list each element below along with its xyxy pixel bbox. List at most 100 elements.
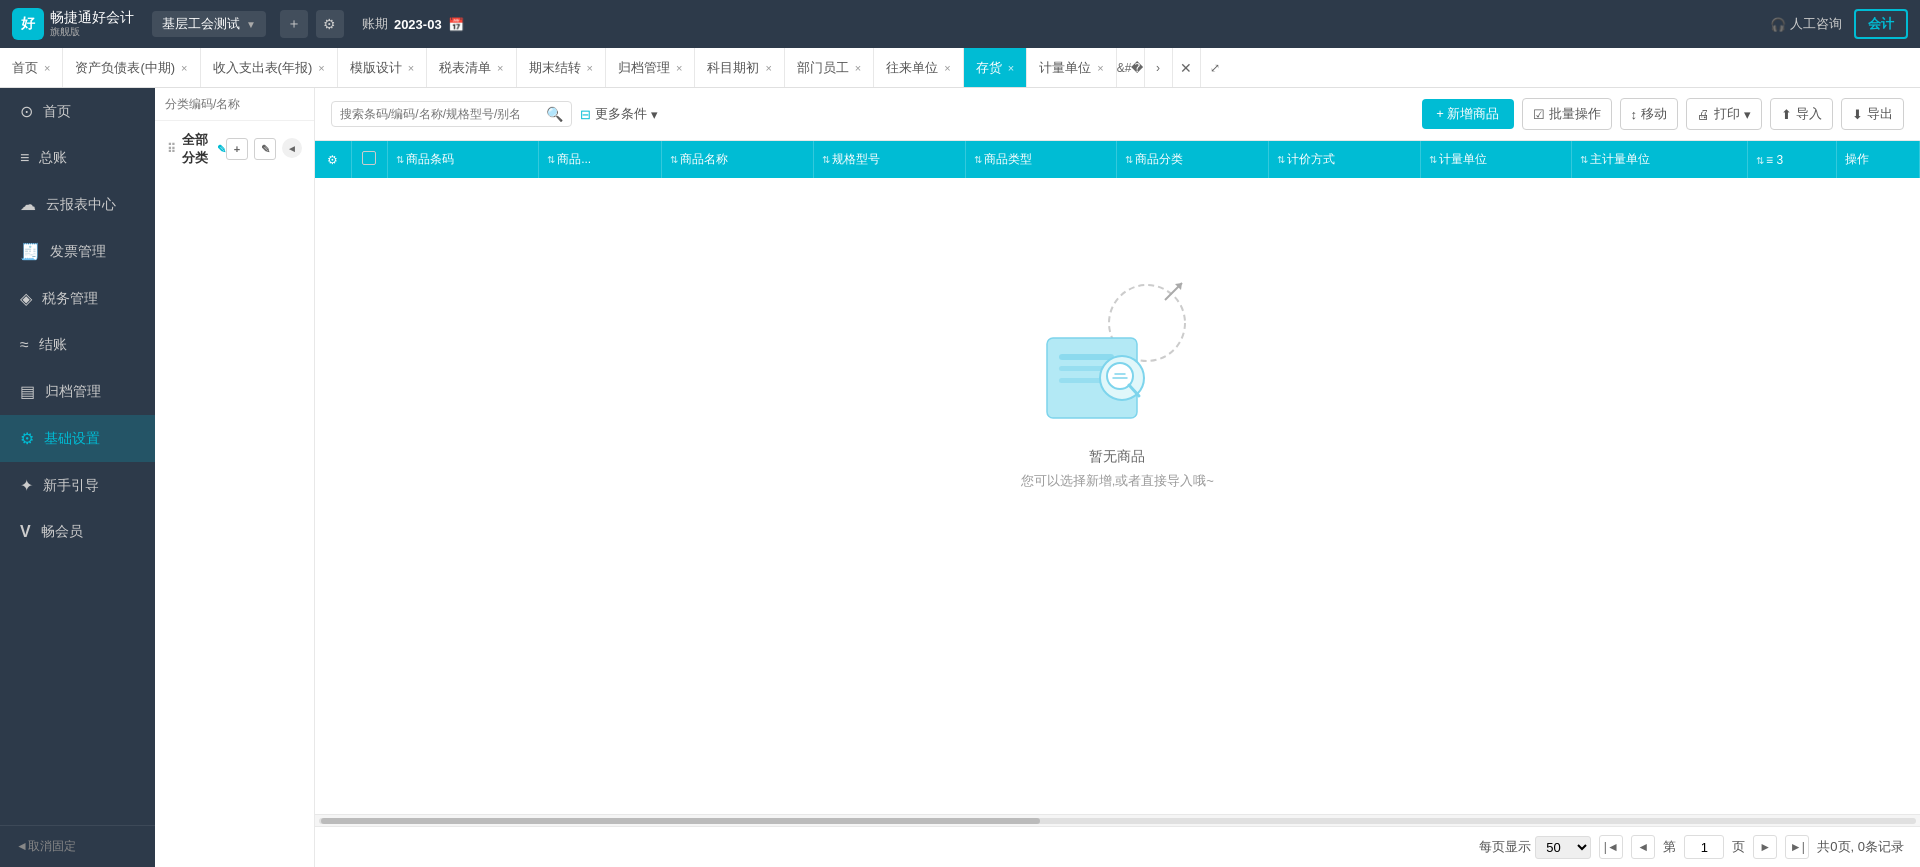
guide-icon: ✦ [20, 476, 33, 495]
page-first-btn[interactable]: |◄ [1599, 835, 1623, 859]
th-category[interactable]: ⇅商品分类 [1117, 141, 1269, 178]
th-barcode[interactable]: ⇅商品条码 [387, 141, 539, 178]
sidebar-item-invoice[interactable]: 🧾 发票管理 [0, 228, 155, 275]
product-search-icon[interactable]: 🔍 [546, 106, 563, 122]
empty-state: 暂无商品 您可以选择新增,或者直接导入哦~ [315, 178, 1920, 570]
tab-archive-close[interactable]: × [676, 62, 682, 74]
scroll-track[interactable] [319, 818, 1916, 824]
category-search-input[interactable] [165, 97, 315, 111]
sidebar-label-tax: 税务管理 [42, 290, 98, 308]
settings-icon-btn[interactable]: ⚙ [316, 10, 344, 38]
tab-income[interactable]: 收入支出表(年报) × [201, 48, 338, 88]
print-arrow-icon: ▾ [1744, 107, 1751, 122]
tab-close-all-btn[interactable]: ✕ [1173, 48, 1201, 88]
tab-inventory[interactable]: 存货 × [964, 48, 1027, 88]
th-unit[interactable]: ⇅计量单位 [1420, 141, 1572, 178]
tab-inventory-label: 存货 [976, 59, 1002, 77]
tab-unit-close[interactable]: × [1097, 62, 1103, 74]
logo-icon: 好 [12, 8, 44, 40]
sidebar-item-guide[interactable]: ✦ 新手引导 [0, 462, 155, 509]
tab-tax[interactable]: 税表清单 × [427, 48, 516, 88]
page-number-input[interactable] [1684, 835, 1724, 859]
add-product-btn[interactable]: + 新增商品 [1422, 99, 1513, 129]
sidebar-label-ledger: 总账 [39, 149, 67, 167]
sidebar-item-basic-settings[interactable]: ⚙ 基础设置 [0, 415, 155, 462]
invoice-icon: 🧾 [20, 242, 40, 261]
tab-template[interactable]: 模版设计 × [338, 48, 427, 88]
add-workspace-btn[interactable]: ＋ [280, 10, 308, 38]
th-checkbox[interactable] [351, 141, 387, 178]
th-action: 操作 [1837, 141, 1920, 178]
tab-tax-close[interactable]: × [497, 62, 503, 74]
sidebar-item-home[interactable]: ⊙ 首页 [0, 88, 155, 135]
sidebar-label-invoice: 发票管理 [50, 243, 106, 261]
workspace-arrow-icon: ▼ [246, 19, 256, 30]
th-col3[interactable]: ⇅≡ 3 [1748, 141, 1837, 178]
empty-svg [1017, 258, 1217, 438]
per-page-dropdown[interactable]: 50 100 200 [1535, 836, 1591, 859]
tab-next-btn[interactable]: › [1145, 48, 1173, 88]
cancel-fixed-btn[interactable]: ◄取消固定 [0, 825, 155, 867]
tab-home-close[interactable]: × [44, 62, 50, 74]
category-collapse-btn[interactable]: ◄ [282, 138, 302, 158]
category-edit-btn[interactable]: ✎ [254, 138, 276, 160]
content-area: 🔍 ⠿ 全部分类 ✎ + ✎ ◄ [155, 88, 1920, 867]
page-prefix: 第 [1663, 838, 1676, 856]
move-btn[interactable]: ↕ 移动 [1620, 98, 1679, 130]
batch-operation-btn[interactable]: ☑ 批量操作 [1522, 98, 1612, 130]
tab-subject[interactable]: 科目期初 × [695, 48, 784, 88]
tab-period-end-close[interactable]: × [587, 62, 593, 74]
tab-archive[interactable]: 归档管理 × [606, 48, 695, 88]
pagination-bar: 每页显示 50 100 200 |◄ ◄ 第 页 ► ►| 共0页, 0条记录 [315, 826, 1920, 867]
tab-balance[interactable]: 资产负债表(中期) × [63, 48, 200, 88]
scroll-bar-area[interactable] [315, 814, 1920, 826]
sidebar-item-cloud-report[interactable]: ☁ 云报表中心 [0, 181, 155, 228]
page-last-btn[interactable]: ►| [1785, 835, 1809, 859]
th-type[interactable]: ⇅商品类型 [965, 141, 1117, 178]
sidebar-item-tax[interactable]: ◈ 税务管理 [0, 275, 155, 322]
tab-period-end[interactable]: 期末结转 × [517, 48, 606, 88]
th-main-unit[interactable]: ⇅主计量单位 [1572, 141, 1748, 178]
sidebar-item-member[interactable]: V 畅会员 [0, 509, 155, 555]
scroll-thumb[interactable] [321, 818, 1040, 824]
consult-btn[interactable]: 🎧 人工咨询 [1770, 15, 1842, 33]
account-badge[interactable]: 会计 [1854, 9, 1908, 39]
tab-subject-close[interactable]: × [765, 62, 771, 74]
print-btn[interactable]: 🖨 打印 ▾ [1686, 98, 1762, 130]
tab-unit[interactable]: 计量单位 × [1027, 48, 1116, 88]
sidebar-item-settlement[interactable]: ≈ 结账 [0, 322, 155, 368]
tab-inventory-close[interactable]: × [1008, 62, 1014, 74]
th-price-method[interactable]: ⇅计价方式 [1268, 141, 1420, 178]
sidebar-label-home: 首页 [43, 103, 71, 121]
tab-dept-close[interactable]: × [855, 62, 861, 74]
category-add-btn[interactable]: + [226, 138, 248, 160]
th-name[interactable]: ⇅商品名称 [662, 141, 814, 178]
calendar-icon[interactable]: 📅 [448, 17, 464, 32]
th-spec[interactable]: ⇅规格型号 [814, 141, 966, 178]
import-btn[interactable]: ⬆ 导入 [1770, 98, 1833, 130]
logo-text: 畅捷通好会计 旗舰版 [50, 9, 134, 40]
page-prev-btn[interactable]: ◄ [1631, 835, 1655, 859]
tab-expand-btn[interactable]: ⤢ [1201, 48, 1229, 88]
th-code[interactable]: ⇅商品... [539, 141, 662, 178]
tab-home[interactable]: 首页 × [0, 48, 63, 88]
sidebar-item-ledger[interactable]: ≡ 总账 [0, 135, 155, 181]
tab-balance-label: 资产负债表(中期) [75, 59, 175, 77]
tab-balance-close[interactable]: × [181, 62, 187, 74]
tab-prev-btn[interactable]: &#� [1117, 48, 1145, 88]
tab-partner[interactable]: 往来单位 × [874, 48, 963, 88]
move-icon: ↕ [1631, 107, 1638, 122]
product-search-input[interactable] [340, 107, 540, 121]
sidebar-item-archive[interactable]: ▤ 归档管理 [0, 368, 155, 415]
page-next-btn[interactable]: ► [1753, 835, 1777, 859]
th-gear[interactable]: ⚙ [315, 141, 351, 178]
more-filter-btn[interactable]: ⊟ 更多条件 ▾ [580, 105, 658, 123]
tab-income-close[interactable]: × [318, 62, 324, 74]
tab-template-close[interactable]: × [408, 62, 414, 74]
batch-icon: ☑ [1533, 107, 1545, 122]
tab-dept[interactable]: 部门员工 × [785, 48, 874, 88]
tab-partner-close[interactable]: × [944, 62, 950, 74]
export-btn[interactable]: ⬇ 导出 [1841, 98, 1904, 130]
workspace-selector[interactable]: 基层工会测试 ▼ [152, 11, 266, 37]
more-filter-label: 更多条件 [595, 105, 647, 123]
